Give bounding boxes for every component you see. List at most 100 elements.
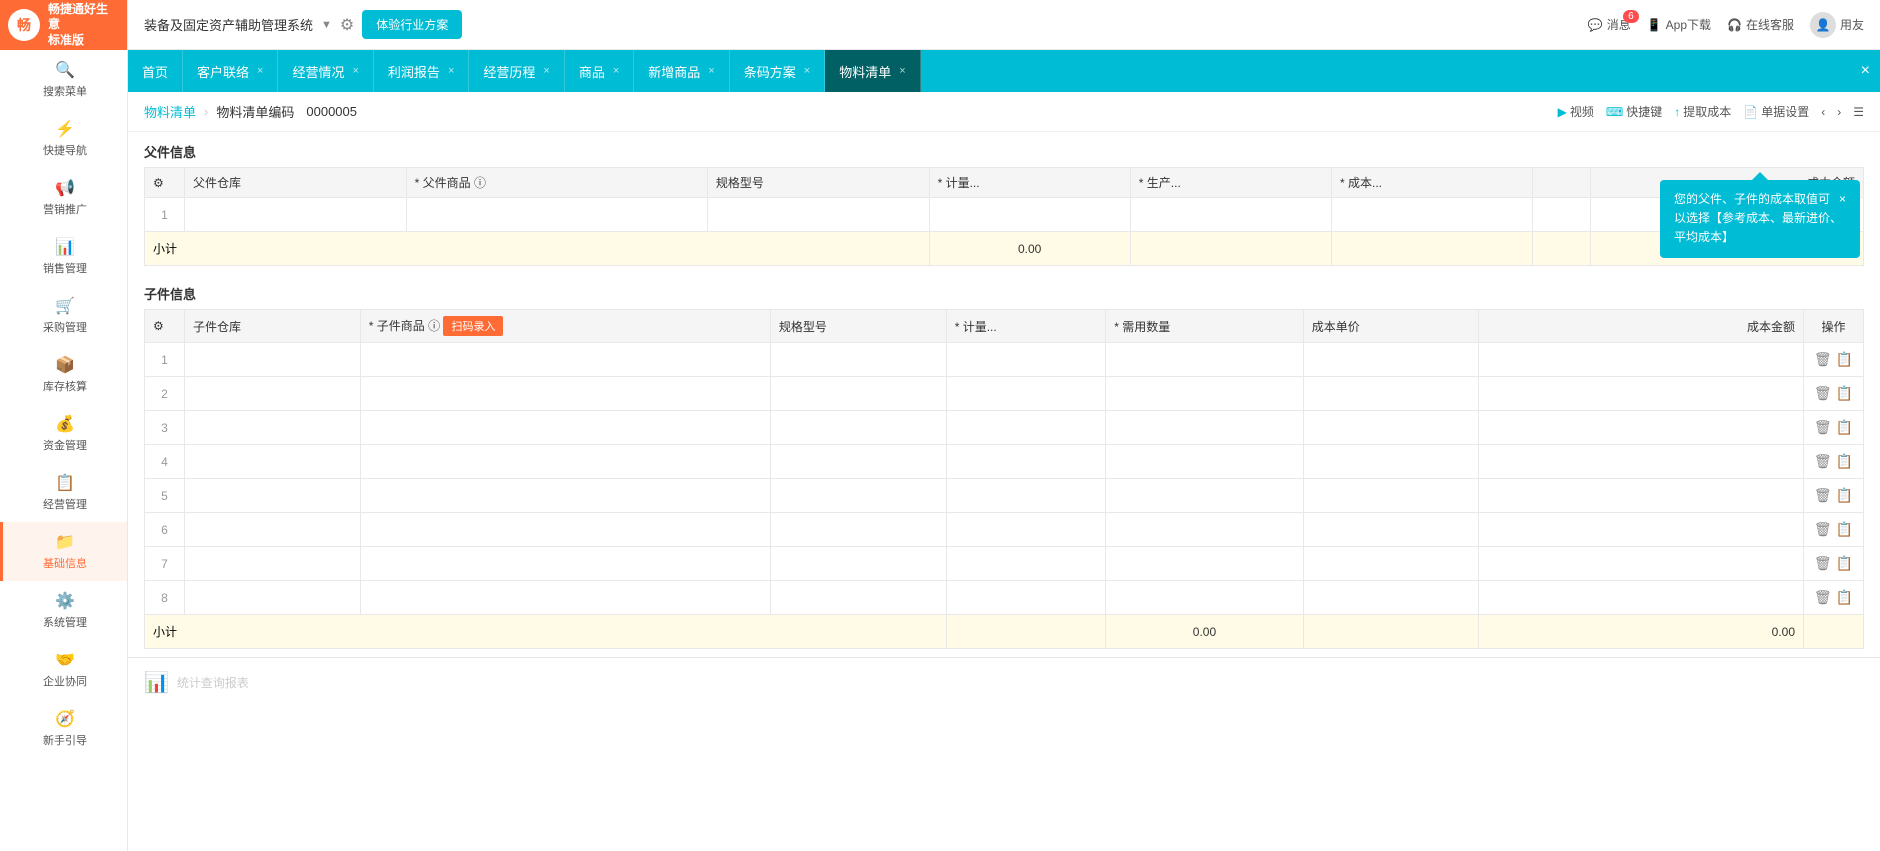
tab-biz-history[interactable]: 经营历程 × [469, 50, 564, 92]
child-goods-1[interactable] [360, 343, 770, 377]
tab-operations-status[interactable]: 经营情况 × [278, 50, 373, 92]
tab-goods[interactable]: 商品 × [565, 50, 634, 92]
child-unit-price-1[interactable] [1303, 343, 1479, 377]
child-unit-price-6[interactable] [1303, 513, 1479, 547]
online-service-button[interactable]: 🎧 在线客服 [1727, 16, 1794, 33]
sidebar-item-purchase[interactable]: 🛒 采购管理 [0, 286, 127, 345]
child-unit-2[interactable] [946, 377, 1106, 411]
delete-icon[interactable]: 🗑 [1814, 453, 1832, 470]
sidebar-item-inventory[interactable]: 📦 库存核算 [0, 345, 127, 404]
scan-button[interactable]: 扫码录入 [443, 316, 503, 336]
child-warehouse-1[interactable] [185, 343, 361, 377]
child-goods-3[interactable] [360, 411, 770, 445]
child-unit-price-3[interactable] [1303, 411, 1479, 445]
view-video-button[interactable]: ▶ 视频 [1558, 103, 1594, 120]
sidebar-item-enterprise[interactable]: 🤝 企业协同 [0, 640, 127, 699]
close-add-goods-tab[interactable]: × [708, 65, 714, 77]
delete-icon[interactable]: 🗑 [1814, 385, 1832, 402]
child-warehouse-5[interactable] [185, 479, 361, 513]
delete-icon[interactable]: 🗑 [1814, 419, 1832, 436]
close-biz-history-tab[interactable]: × [543, 65, 549, 77]
delete-icon[interactable]: 🗑 [1814, 555, 1832, 572]
sidebar-item-operations[interactable]: 📋 经营管理 [0, 463, 127, 522]
app-download-button[interactable]: 📱 App下载 [1647, 16, 1711, 33]
close-profit-tab[interactable]: × [448, 65, 454, 77]
child-warehouse-8[interactable] [185, 581, 361, 615]
child-quantity-3[interactable] [1106, 411, 1303, 445]
child-goods-5[interactable] [360, 479, 770, 513]
child-unit-1[interactable] [946, 343, 1106, 377]
delete-icon[interactable]: 🗑 [1814, 589, 1832, 606]
delete-icon[interactable]: 🗑 [1814, 487, 1832, 504]
child-goods-2[interactable] [360, 377, 770, 411]
child-warehouse-2[interactable] [185, 377, 361, 411]
child-quantity-4[interactable] [1106, 445, 1303, 479]
child-spec-1[interactable] [770, 343, 946, 377]
parent-cost-1[interactable] [1332, 198, 1533, 232]
nav-prev-button[interactable]: ‹ [1821, 105, 1825, 119]
child-quantity-5[interactable] [1106, 479, 1303, 513]
sidebar-item-marketing[interactable]: 📢 营销推广 [0, 168, 127, 227]
child-spec-3[interactable] [770, 411, 946, 445]
close-goods-tab[interactable]: × [613, 65, 619, 77]
child-spec-6[interactable] [770, 513, 946, 547]
child-spec-5[interactable] [770, 479, 946, 513]
sidebar-item-guide[interactable]: 🧭 新手引导 [0, 699, 127, 758]
child-unit-3[interactable] [946, 411, 1106, 445]
child-goods-8[interactable] [360, 581, 770, 615]
parent-unit-1[interactable] [929, 198, 1130, 232]
system-dropdown[interactable]: ▼ [321, 19, 332, 31]
tab-profit[interactable]: 利润报告 × [374, 50, 469, 92]
child-unit-price-8[interactable] [1303, 581, 1479, 615]
copy-icon[interactable]: 📋 [1836, 453, 1853, 470]
tooltip-close-button[interactable]: × [1839, 190, 1846, 209]
close-operations-status-tab[interactable]: × [352, 65, 358, 77]
child-unit-7[interactable] [946, 547, 1106, 581]
copy-icon[interactable]: 📋 [1836, 419, 1853, 436]
extract-cost-button[interactable]: ↑ 提取成本 [1674, 103, 1731, 120]
child-warehouse-3[interactable] [185, 411, 361, 445]
child-quantity-7[interactable] [1106, 547, 1303, 581]
breadcrumb-parent[interactable]: 物料清单 [144, 102, 196, 121]
child-unit-price-5[interactable] [1303, 479, 1479, 513]
trial-button[interactable]: 体验行业方案 [362, 10, 462, 39]
child-quantity-2[interactable] [1106, 377, 1303, 411]
sidebar-item-basic[interactable]: 📁 基础信息 [0, 522, 127, 581]
child-unit-5[interactable] [946, 479, 1106, 513]
child-goods-7[interactable] [360, 547, 770, 581]
child-spec-7[interactable] [770, 547, 946, 581]
parent-goods-1[interactable] [406, 198, 707, 232]
copy-icon[interactable]: 📋 [1836, 385, 1853, 402]
copy-icon[interactable]: 📋 [1836, 521, 1853, 538]
sidebar-item-system[interactable]: ⚙️ 系统管理 [0, 581, 127, 640]
child-unit-6[interactable] [946, 513, 1106, 547]
tab-barcode[interactable]: 条码方案 × [730, 50, 825, 92]
close-bom-tab[interactable]: × [899, 65, 905, 77]
tab-add-goods[interactable]: 新增商品 × [634, 50, 729, 92]
child-unit-price-4[interactable] [1303, 445, 1479, 479]
tab-customer[interactable]: 客户联络 × [183, 50, 278, 92]
close-customer-tab[interactable]: × [257, 65, 263, 77]
sidebar-item-quicknav[interactable]: ⚡ 快捷导航 [0, 109, 127, 168]
child-unit-8[interactable] [946, 581, 1106, 615]
child-quantity-8[interactable] [1106, 581, 1303, 615]
sidebar-item-finance[interactable]: 💰 资金管理 [0, 404, 127, 463]
user-menu[interactable]: 👤 用友 [1810, 12, 1864, 38]
copy-icon[interactable]: 📋 [1836, 351, 1853, 368]
tab-home[interactable]: 首页 [128, 50, 183, 92]
child-unit-4[interactable] [946, 445, 1106, 479]
sidebar-item-sales[interactable]: 📊 销售管理 [0, 227, 127, 286]
shortcut-button[interactable]: ⌨ 快捷键 [1606, 103, 1662, 120]
close-barcode-tab[interactable]: × [804, 65, 810, 77]
child-unit-price-2[interactable] [1303, 377, 1479, 411]
child-spec-4[interactable] [770, 445, 946, 479]
nav-next-button[interactable]: › [1837, 105, 1841, 119]
parent-prod-1[interactable] [1130, 198, 1331, 232]
copy-icon[interactable]: 📋 [1836, 487, 1853, 504]
child-goods-6[interactable] [360, 513, 770, 547]
copy-icon[interactable]: 📋 [1836, 555, 1853, 572]
child-spec-2[interactable] [770, 377, 946, 411]
child-quantity-6[interactable] [1106, 513, 1303, 547]
parent-spec-1[interactable] [707, 198, 929, 232]
sidebar-item-search[interactable]: 🔍 搜索菜单 [0, 50, 127, 109]
